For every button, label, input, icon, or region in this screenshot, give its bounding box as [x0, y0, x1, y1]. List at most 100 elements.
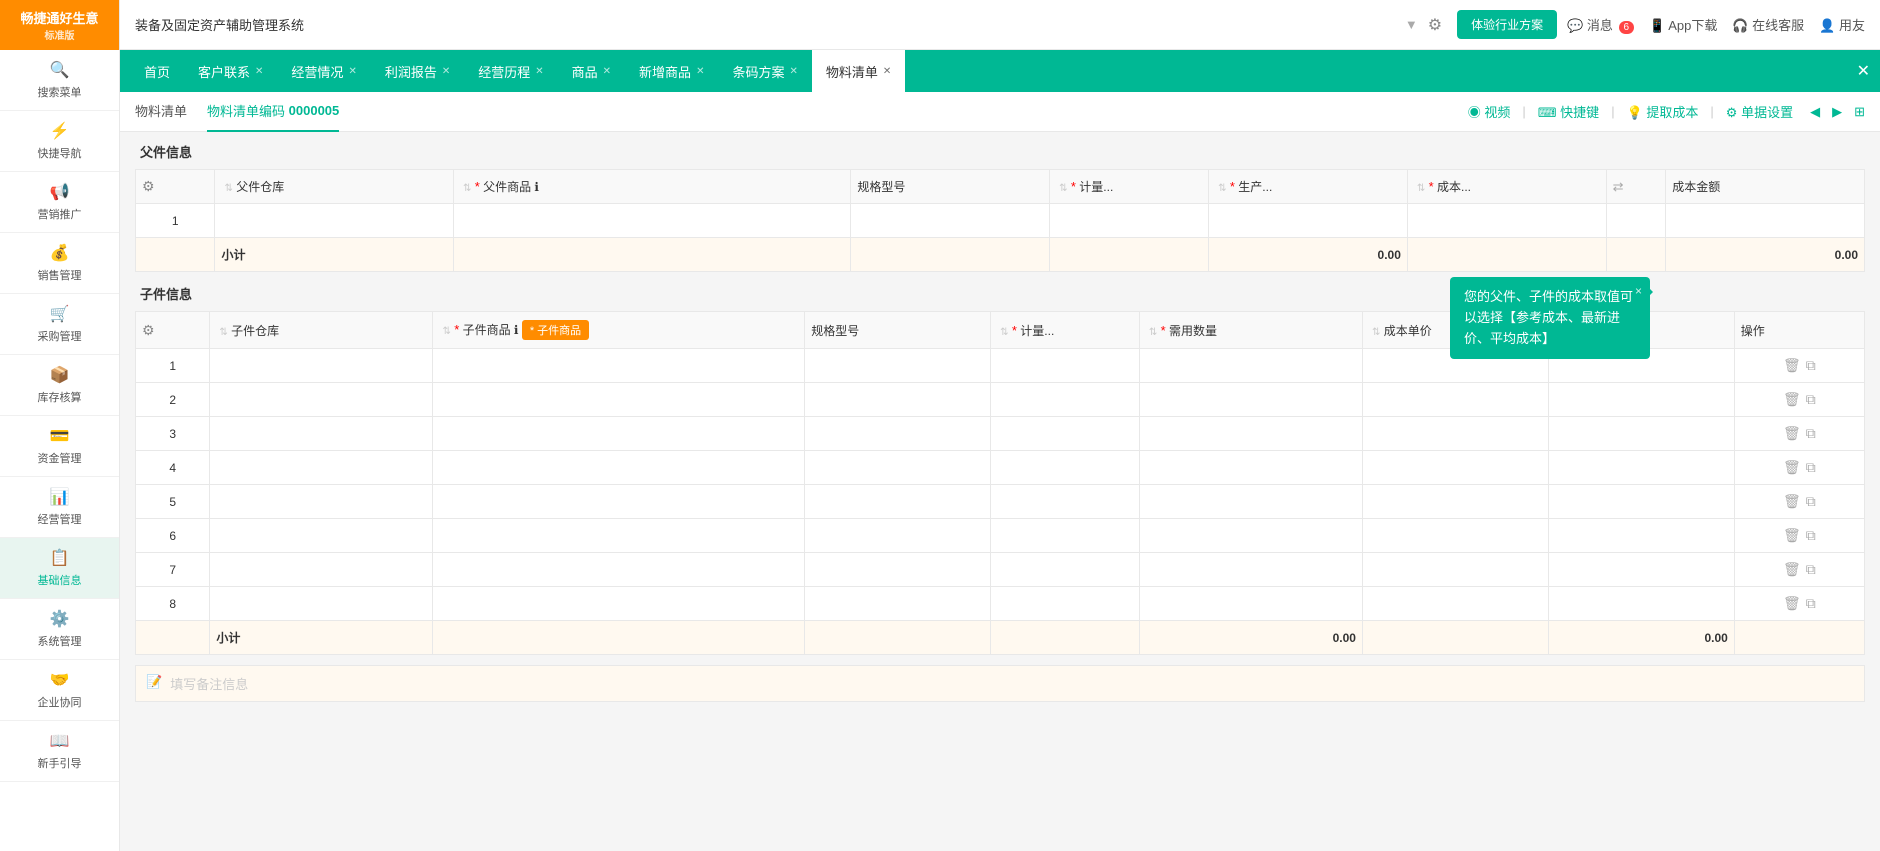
parent-th-warehouse[interactable]: ⇅ 父件仓库	[215, 170, 453, 204]
child-row-1-product[interactable]	[433, 349, 805, 383]
child-row-6-unit[interactable]	[991, 519, 1140, 553]
child-row-1-spec[interactable]	[805, 349, 991, 383]
child-row-6-unit-price[interactable]	[1362, 519, 1548, 553]
child-row-4-unit-price[interactable]	[1362, 451, 1548, 485]
nav-tab-条码方案[interactable]: 条码方案✕	[718, 50, 811, 92]
parent-th-produce[interactable]: ⇅ * 生产...	[1209, 170, 1408, 204]
delete-icon-4[interactable]: 🗑	[1783, 459, 1801, 476]
nav-tab-close[interactable]: ✕	[535, 66, 543, 77]
parent-th-product[interactable]: ⇅ * 父件商品 ℹ	[453, 170, 850, 204]
child-row-2-unit[interactable]	[991, 383, 1140, 417]
parent-row-1-product[interactable]	[453, 204, 850, 238]
close-all-btn[interactable]: ✕	[1857, 61, 1870, 81]
view-action[interactable]: ◉ 视频	[1468, 102, 1511, 121]
child-row-2-warehouse[interactable]	[210, 383, 433, 417]
child-row-2-unit-price[interactable]	[1362, 383, 1548, 417]
shortcut-action[interactable]: ⌨ 快捷键	[1538, 102, 1599, 121]
delete-icon-6[interactable]: 🗑	[1783, 527, 1801, 544]
nav-tab-close[interactable]: ✕	[442, 66, 450, 77]
nav-tab-经营历程[interactable]: 经营历程✕	[464, 50, 557, 92]
app-download[interactable]: 📱 App下载	[1649, 15, 1717, 34]
sidebar-item-purchase[interactable]: 🛒 采购管理	[0, 294, 119, 355]
nav-next[interactable]: ▶	[1832, 104, 1842, 120]
sidebar-item-quick-nav[interactable]: ⚡ 快捷导航	[0, 111, 119, 172]
copy-icon-8[interactable]: ⧉	[1806, 595, 1816, 612]
child-row-3-spec[interactable]	[805, 417, 991, 451]
nav-tab-close[interactable]: ✕	[255, 66, 263, 77]
nav-tab-利润报告[interactable]: 利润报告✕	[371, 50, 464, 92]
child-row-8-warehouse[interactable]	[210, 587, 433, 621]
message-action[interactable]: 💬 消息 6	[1567, 15, 1634, 34]
sidebar-item-guide[interactable]: 📖 新手引导	[0, 721, 119, 782]
child-row-3-product[interactable]	[433, 417, 805, 451]
child-row-5-unit[interactable]	[991, 485, 1140, 519]
parent-row-1-cost[interactable]	[1407, 204, 1606, 238]
extract-cost-action[interactable]: 💡 提取成本	[1627, 102, 1699, 121]
sub-tab-code[interactable]: 物料清单编码 0000005	[207, 92, 339, 132]
copy-icon-6[interactable]: ⧉	[1806, 527, 1816, 544]
scan-btn[interactable]: * 子件商品	[522, 320, 589, 340]
child-th-unit[interactable]: ⇅ * 计量...	[991, 312, 1140, 349]
sidebar-item-inventory[interactable]: 📦 库存核算	[0, 355, 119, 416]
delete-icon-5[interactable]: 🗑	[1783, 493, 1801, 510]
child-row-6-spec[interactable]	[805, 519, 991, 553]
child-row-8-spec[interactable]	[805, 587, 991, 621]
nav-tab-经营情况[interactable]: 经营情况✕	[277, 50, 370, 92]
sidebar-item-collab[interactable]: 🤝 企业协同	[0, 660, 119, 721]
sidebar-item-ops[interactable]: 📊 经营管理	[0, 477, 119, 538]
parent-th-settings[interactable]: ⚙	[136, 170, 215, 204]
delete-icon-1[interactable]: 🗑	[1783, 357, 1801, 374]
child-row-6-product[interactable]	[433, 519, 805, 553]
nav-tab-首页[interactable]: 首页	[130, 50, 184, 92]
child-row-7-product[interactable]	[433, 553, 805, 587]
child-row-1-unit[interactable]	[991, 349, 1140, 383]
copy-icon-4[interactable]: ⧉	[1806, 459, 1816, 476]
nav-tab-close[interactable]: ✕	[348, 66, 356, 77]
copy-icon-7[interactable]: ⧉	[1806, 561, 1816, 578]
copy-icon-1[interactable]: ⧉	[1806, 357, 1816, 374]
delete-icon-2[interactable]: 🗑	[1783, 391, 1801, 408]
parent-row-1-unit[interactable]	[1050, 204, 1209, 238]
nav-prev[interactable]: ◀	[1810, 104, 1820, 120]
child-th-settings[interactable]: ⚙	[136, 312, 210, 349]
nav-tab-物料清单[interactable]: 物料清单✕	[812, 50, 905, 92]
delete-icon-7[interactable]: 🗑	[1783, 561, 1801, 578]
gear-icon[interactable]: ⚙	[1428, 15, 1442, 35]
parent-row-1-spec[interactable]	[851, 204, 1050, 238]
child-row-7-warehouse[interactable]	[210, 553, 433, 587]
child-row-7-qty[interactable]	[1139, 553, 1362, 587]
sidebar-item-basic[interactable]: 📋 基础信息	[0, 538, 119, 599]
child-row-4-qty[interactable]	[1139, 451, 1362, 485]
child-row-7-spec[interactable]	[805, 553, 991, 587]
child-row-2-spec[interactable]	[805, 383, 991, 417]
child-row-4-unit[interactable]	[991, 451, 1140, 485]
child-row-3-unit-price[interactable]	[1362, 417, 1548, 451]
delete-icon-3[interactable]: 🗑	[1783, 425, 1801, 442]
child-row-1-warehouse[interactable]	[210, 349, 433, 383]
child-row-5-unit-price[interactable]	[1362, 485, 1548, 519]
sidebar-item-finance[interactable]: 💳 资金管理	[0, 416, 119, 477]
child-row-4-spec[interactable]	[805, 451, 991, 485]
child-th-qty[interactable]: ⇅ * 需用数量	[1139, 312, 1362, 349]
nav-tab-close[interactable]: ✕	[789, 66, 797, 77]
child-row-6-qty[interactable]	[1139, 519, 1362, 553]
trial-btn[interactable]: 体验行业方案	[1457, 10, 1557, 39]
child-row-2-product[interactable]	[433, 383, 805, 417]
child-row-8-unit-price[interactable]	[1362, 587, 1548, 621]
delete-icon-8[interactable]: 🗑	[1783, 595, 1801, 612]
parent-row-1-warehouse[interactable]	[215, 204, 453, 238]
child-row-6-warehouse[interactable]	[210, 519, 433, 553]
notes-placeholder[interactable]: 填写备注信息	[170, 674, 248, 693]
child-row-2-qty[interactable]	[1139, 383, 1362, 417]
tooltip-close-btn[interactable]: ×	[1635, 282, 1642, 301]
child-th-spec[interactable]: 规格型号	[805, 312, 991, 349]
nav-tab-close[interactable]: ✕	[883, 66, 891, 77]
nav-tab-close[interactable]: ✕	[603, 66, 611, 77]
online-service[interactable]: 🎧 在线客服	[1732, 15, 1804, 34]
copy-icon-5[interactable]: ⧉	[1806, 493, 1816, 510]
child-row-7-unit[interactable]	[991, 553, 1140, 587]
copy-icon-2[interactable]: ⧉	[1806, 391, 1816, 408]
child-row-4-warehouse[interactable]	[210, 451, 433, 485]
nav-tab-客户联系[interactable]: 客户联系✕	[184, 50, 277, 92]
child-row-1-qty[interactable]	[1139, 349, 1362, 383]
